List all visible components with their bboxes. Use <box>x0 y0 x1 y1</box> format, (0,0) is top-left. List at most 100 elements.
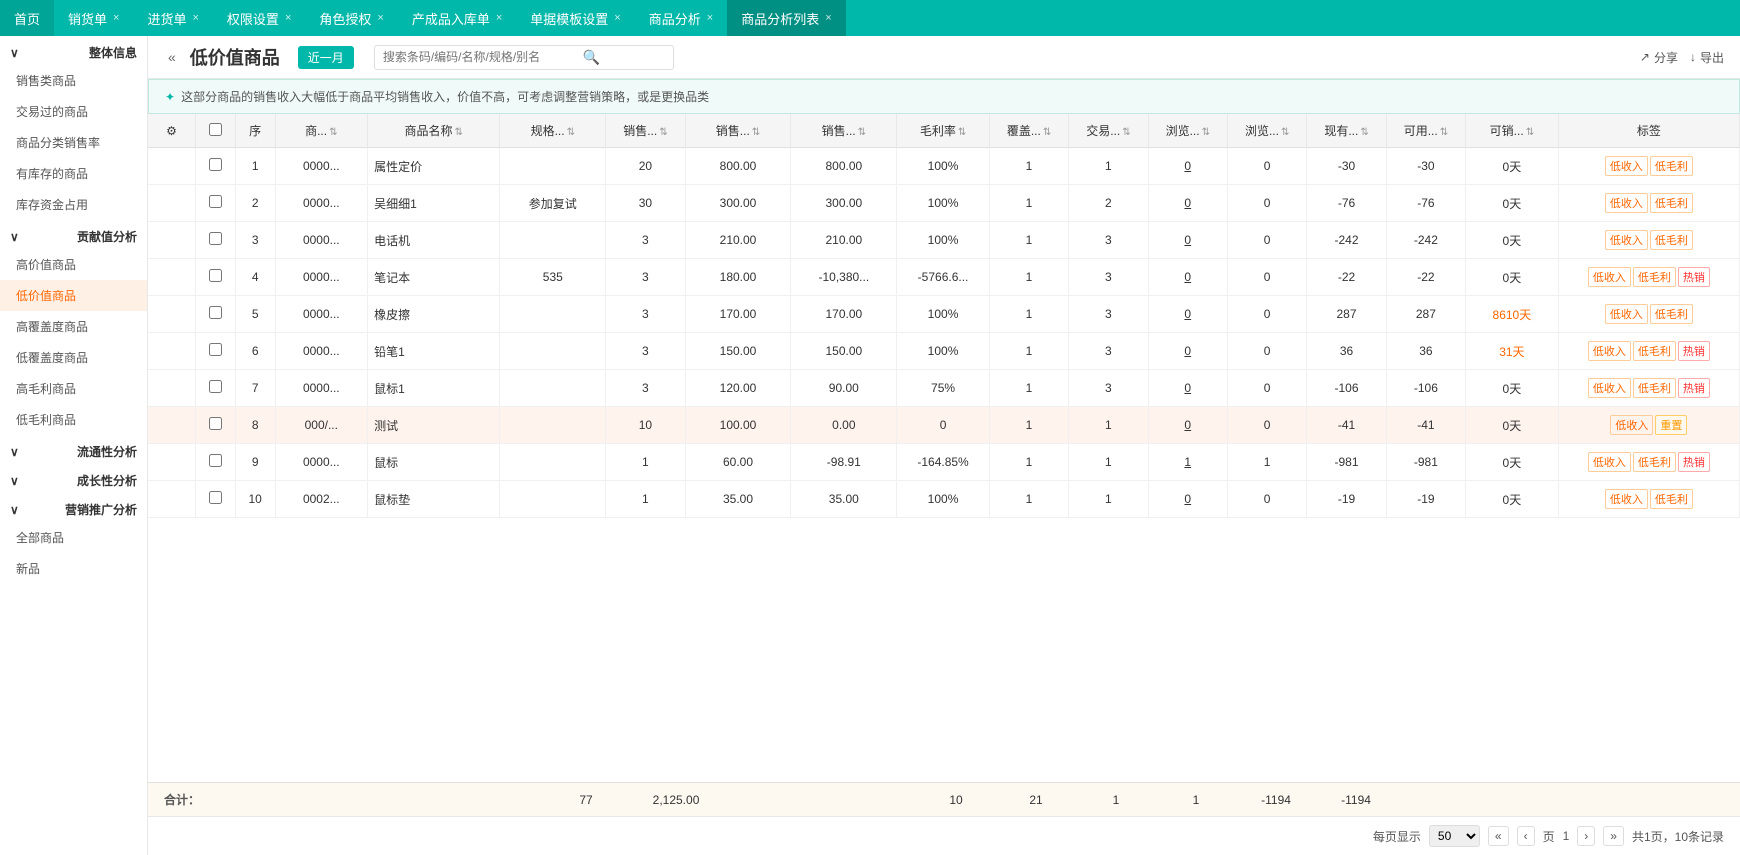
table-wrapper[interactable]: ⚙ 序 商...⇅ 商品名称⇅ 规格...⇅ 销售...⇅ 销售...⇅ 销售.… <box>148 114 1740 782</box>
row-views1[interactable]: 0 <box>1148 370 1227 407</box>
sidebar-item-低覆盖度商品[interactable]: 低覆盖度商品 <box>0 342 147 373</box>
search-icon[interactable]: 🔍 <box>583 49 600 66</box>
close-icon[interactable]: × <box>113 12 119 24</box>
nav-item-角色授权[interactable]: 角色授权× <box>305 0 397 36</box>
sidebar-section-营销推广分析[interactable]: ∨ 营销推广分析 <box>0 493 147 522</box>
row-views1[interactable]: 0 <box>1148 333 1227 370</box>
row-views1[interactable]: 0 <box>1148 185 1227 222</box>
nav-item-进货单[interactable]: 进货单× <box>133 0 212 36</box>
sidebar-item-低毛利商品[interactable]: 低毛利商品 <box>0 404 147 435</box>
row-select[interactable] <box>209 343 222 356</box>
row-checkbox[interactable] <box>196 185 236 222</box>
row-checkbox[interactable] <box>196 222 236 259</box>
row-checkbox[interactable] <box>196 259 236 296</box>
row-checkbox[interactable] <box>196 407 236 444</box>
sidebar-item-库存资金占用[interactable]: 库存资金占用 <box>0 189 147 220</box>
sidebar-item-低价值商品[interactable]: 低价值商品 <box>0 280 147 311</box>
sidebar-section-贡献值分析[interactable]: ∨ 贡献值分析 <box>0 220 147 249</box>
export-btn[interactable]: ↓ 导出 <box>1690 49 1724 66</box>
th-margin[interactable]: 毛利率⇅ <box>897 114 990 148</box>
row-views1[interactable]: 0 <box>1148 222 1227 259</box>
row-checkbox[interactable] <box>196 333 236 370</box>
row-views1[interactable]: 0 <box>1148 148 1227 185</box>
row-select[interactable] <box>209 158 222 171</box>
th-name[interactable]: 商品名称⇅ <box>368 114 500 148</box>
collapse-btn[interactable]: « <box>164 47 180 67</box>
select-all-checkbox[interactable] <box>209 123 222 136</box>
row-select[interactable] <box>209 195 222 208</box>
row-sales-qty: 1 <box>606 481 685 518</box>
row-spec <box>500 148 606 185</box>
row-checkbox[interactable] <box>196 481 236 518</box>
th-sales-qty[interactable]: 销售...⇅ <box>606 114 685 148</box>
th-current[interactable]: 现有...⇅ <box>1307 114 1386 148</box>
row-views2: 0 <box>1227 259 1306 296</box>
page-size-select[interactable]: 501020100 <box>1429 825 1480 847</box>
th-sales-price[interactable]: 销售...⇅ <box>685 114 791 148</box>
row-select[interactable] <box>209 417 222 430</box>
row-select[interactable] <box>209 380 222 393</box>
row-select[interactable] <box>209 491 222 504</box>
close-icon[interactable]: × <box>192 12 198 24</box>
close-icon[interactable]: × <box>377 12 383 24</box>
sidebar-item-高覆盖度商品[interactable]: 高覆盖度商品 <box>0 311 147 342</box>
nav-item-权限设置[interactable]: 权限设置× <box>213 0 305 36</box>
sidebar-item-全部商品[interactable]: 全部商品 <box>0 522 147 553</box>
row-select[interactable] <box>209 454 222 467</box>
th-views1[interactable]: 浏览...⇅ <box>1148 114 1227 148</box>
th-spec[interactable]: 规格...⇅ <box>500 114 606 148</box>
sidebar-section-流通性分析[interactable]: ∨ 流通性分析 <box>0 435 147 464</box>
sidebar-item-商品分类销售率[interactable]: 商品分类销售率 <box>0 127 147 158</box>
row-views1[interactable]: 0 <box>1148 259 1227 296</box>
nav-item-单据模板设置[interactable]: 单据模板设置× <box>516 0 634 36</box>
row-checkbox[interactable] <box>196 444 236 481</box>
row-views1[interactable]: 0 <box>1148 296 1227 333</box>
sidebar-item-新品[interactable]: 新品 <box>0 553 147 584</box>
close-icon[interactable]: × <box>496 12 502 24</box>
first-page-btn[interactable]: « <box>1488 826 1509 846</box>
close-icon[interactable]: × <box>825 12 831 24</box>
th-settings[interactable]: ⚙ <box>148 114 196 148</box>
nav-item-商品分析[interactable]: 商品分析× <box>635 0 727 36</box>
row-select[interactable] <box>209 232 222 245</box>
th-views2[interactable]: 浏览...⇅ <box>1227 114 1306 148</box>
th-coverage[interactable]: 覆盖...⇅ <box>989 114 1068 148</box>
nav-item-产成品入库单[interactable]: 产成品入库单× <box>398 0 516 36</box>
th-sales-amount[interactable]: 销售...⇅ <box>791 114 897 148</box>
sidebar-section-成长性分析[interactable]: ∨ 成长性分析 <box>0 464 147 493</box>
close-icon[interactable]: × <box>707 12 713 24</box>
sidebar-item-高毛利商品[interactable]: 高毛利商品 <box>0 373 147 404</box>
last-page-btn[interactable]: » <box>1603 826 1624 846</box>
th-available[interactable]: 可用...⇅ <box>1386 114 1465 148</box>
row-views1[interactable]: 1 <box>1148 444 1227 481</box>
row-checkbox[interactable] <box>196 296 236 333</box>
nav-item-销货单[interactable]: 销货单× <box>54 0 133 36</box>
next-page-btn[interactable]: › <box>1577 826 1595 846</box>
close-icon[interactable]: × <box>285 12 291 24</box>
row-select[interactable] <box>209 269 222 282</box>
prev-page-btn[interactable]: ‹ <box>1517 826 1535 846</box>
th-code[interactable]: 商...⇅ <box>275 114 368 148</box>
row-views1[interactable]: 0 <box>1148 481 1227 518</box>
row-select[interactable] <box>209 306 222 319</box>
sidebar-item-销售类商品[interactable]: 销售类商品 <box>0 65 147 96</box>
close-icon[interactable]: × <box>614 12 620 24</box>
th-seq: 序 <box>235 114 275 148</box>
search-input[interactable] <box>383 50 583 64</box>
period-btn[interactable]: 近一月 <box>298 46 354 69</box>
sidebar-item-交易过的商品[interactable]: 交易过的商品 <box>0 96 147 127</box>
share-btn[interactable]: ↗ 分享 <box>1640 49 1678 66</box>
row-views1[interactable]: 0 <box>1148 407 1227 444</box>
row-margin: 100% <box>897 222 990 259</box>
th-checkbox[interactable] <box>196 114 236 148</box>
nav-item-首页[interactable]: 首页 <box>0 0 54 36</box>
row-spec <box>500 222 606 259</box>
sidebar-section-整体信息[interactable]: ∨ 整体信息 <box>0 36 147 65</box>
row-checkbox[interactable] <box>196 148 236 185</box>
th-transaction[interactable]: 交易...⇅ <box>1069 114 1148 148</box>
nav-item-商品分析列表[interactable]: 商品分析列表× <box>727 0 845 36</box>
row-checkbox[interactable] <box>196 370 236 407</box>
sidebar-item-有库存的商品[interactable]: 有库存的商品 <box>0 158 147 189</box>
sidebar-item-高价值商品[interactable]: 高价值商品 <box>0 249 147 280</box>
th-saleable[interactable]: 可销...⇅ <box>1466 114 1559 148</box>
